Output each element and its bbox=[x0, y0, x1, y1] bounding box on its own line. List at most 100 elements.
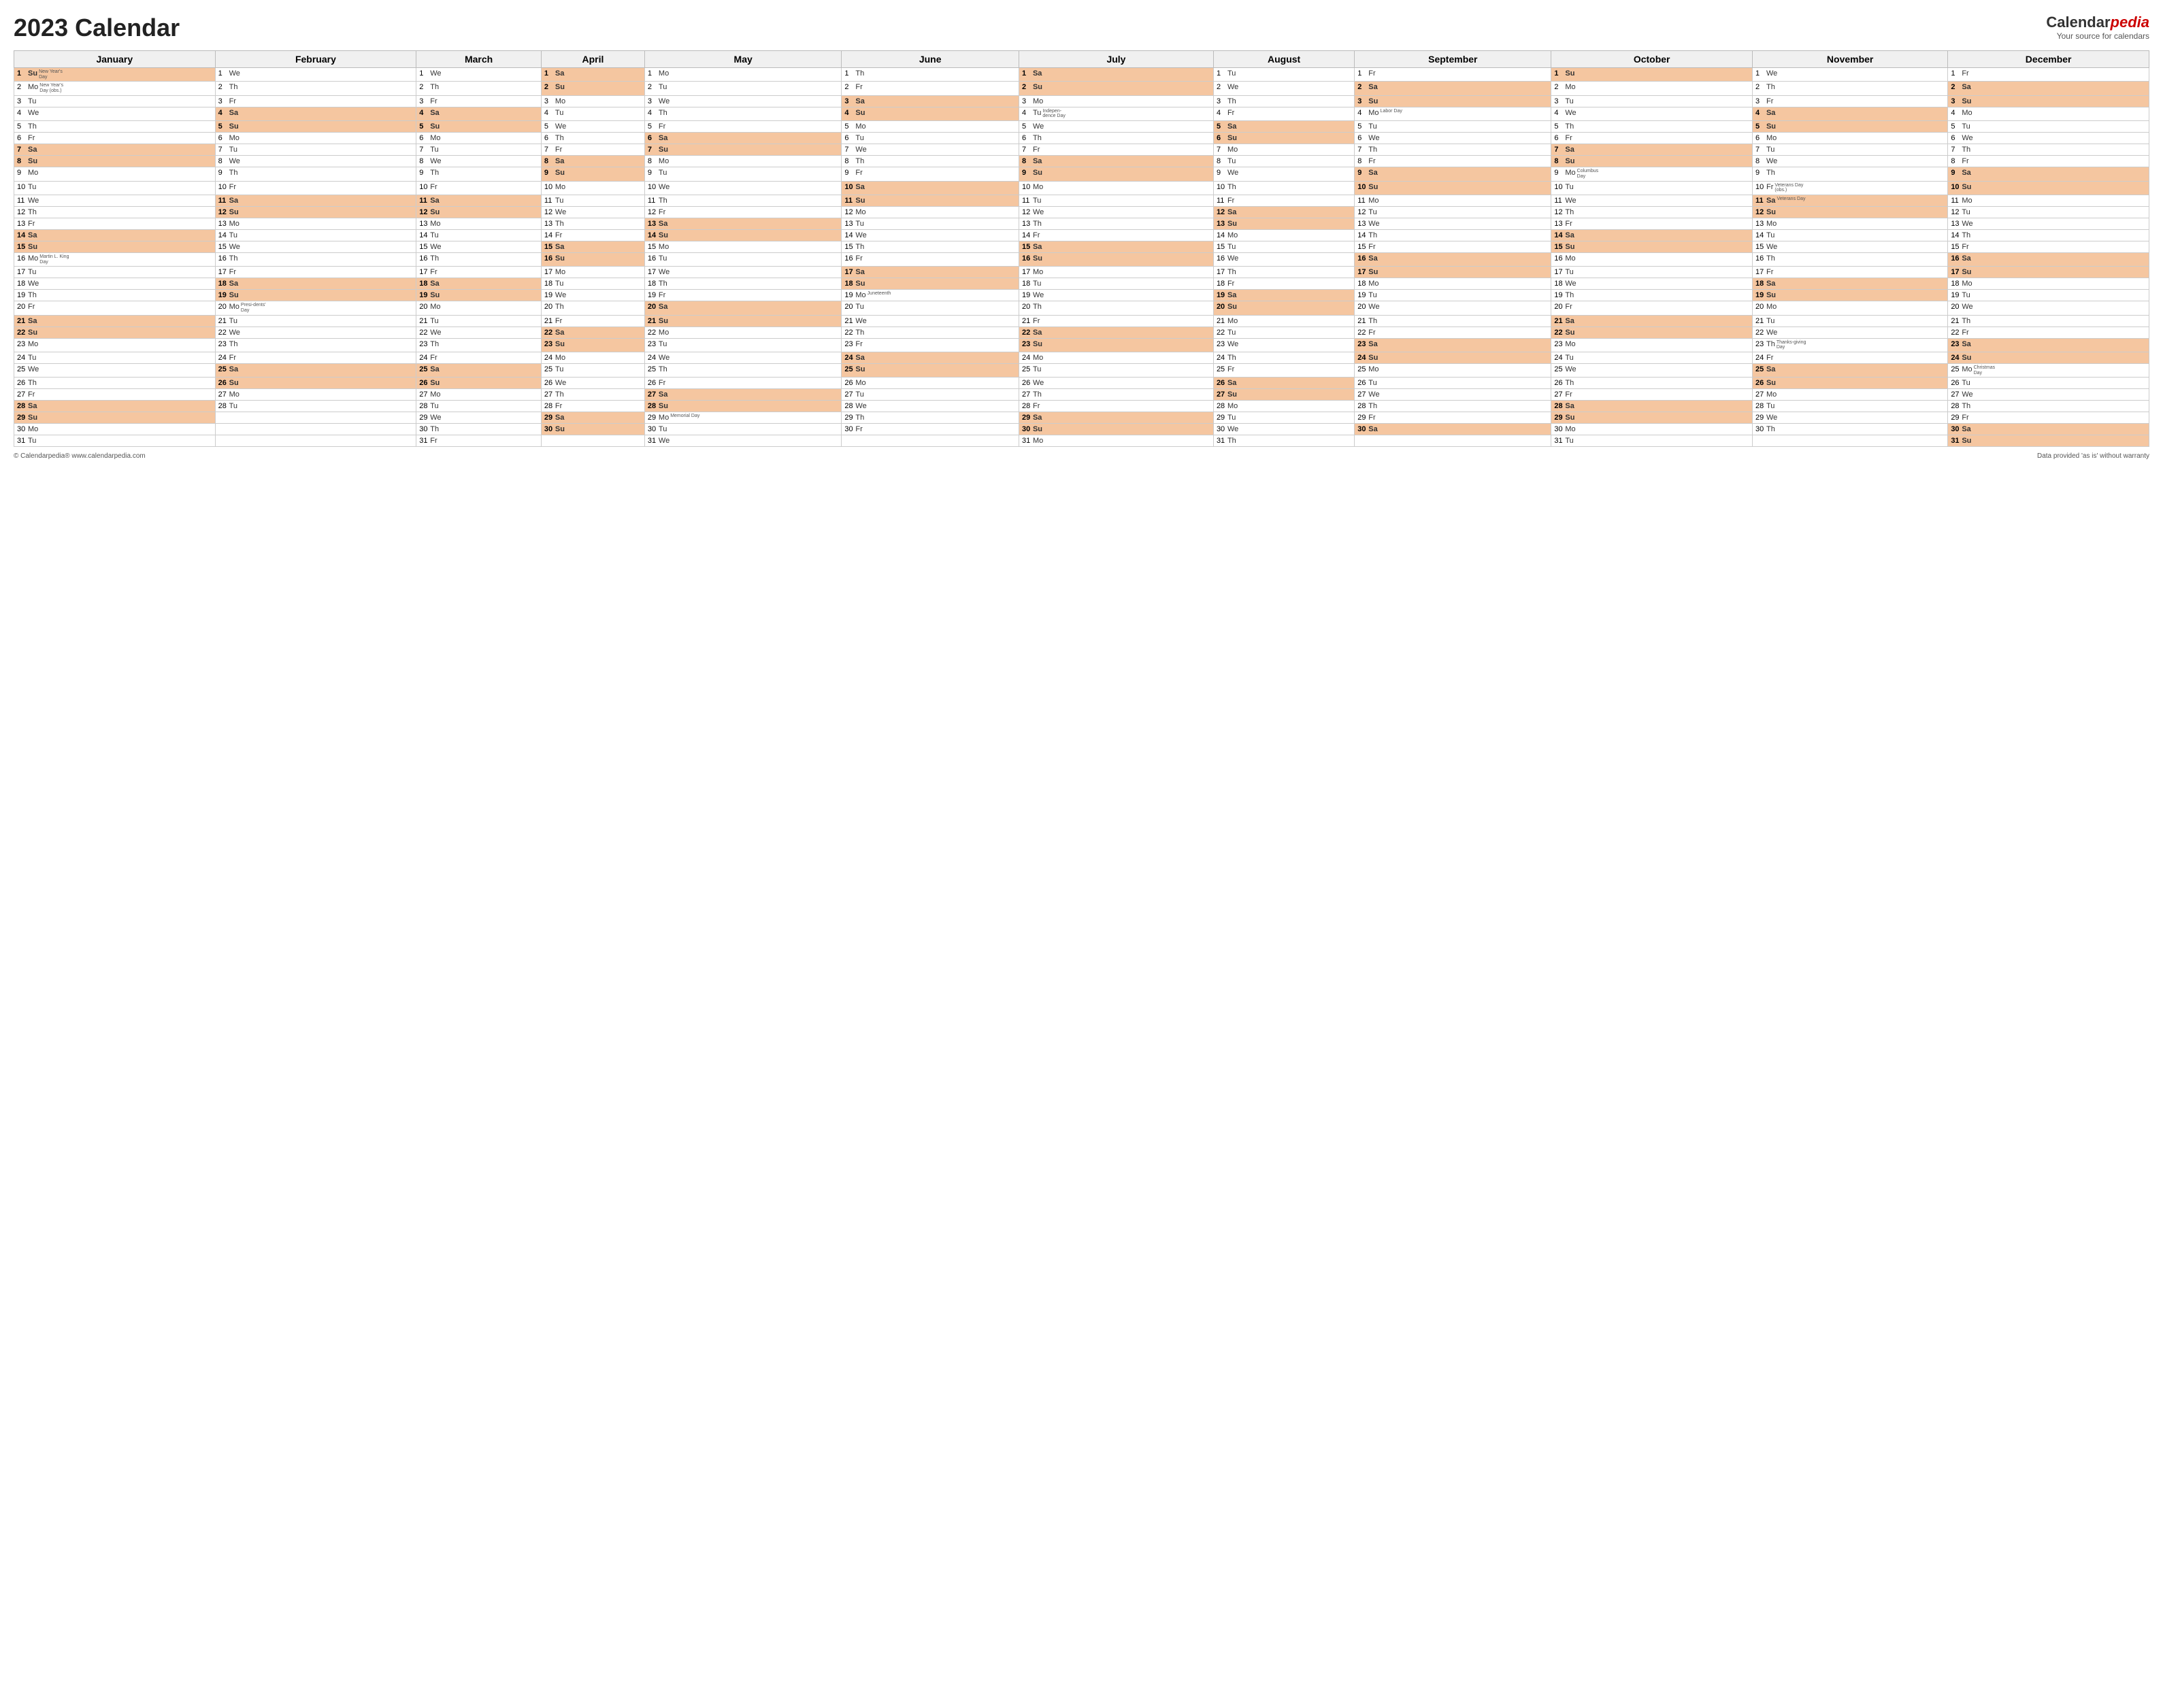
cell-content: 13We bbox=[1357, 220, 1548, 228]
day-number: 8 bbox=[544, 157, 554, 165]
calendar-cell: 21Su bbox=[644, 315, 841, 326]
day-abbreviation: Th bbox=[1033, 390, 1042, 399]
calendar-cell: 2Tu bbox=[644, 82, 841, 95]
calendar-cell: 30Sa bbox=[1355, 424, 1551, 435]
calendar-cell: 10FrVeterans Day (obs.) bbox=[1752, 181, 1947, 195]
day-number: 20 bbox=[1554, 303, 1564, 311]
calendar-cell: 14Su bbox=[644, 229, 841, 241]
cell-content: 11Sa bbox=[419, 197, 538, 205]
calendar-cell: 9Su bbox=[541, 167, 644, 181]
day-abbreviation: Th bbox=[1227, 183, 1236, 191]
cell-content: 20Sa bbox=[648, 303, 838, 311]
cell-content: 17Tu bbox=[17, 268, 212, 276]
day-abbreviation: Mo bbox=[659, 329, 669, 337]
cell-content: 27Th bbox=[1022, 390, 1210, 399]
cell-content: 6Tu bbox=[844, 134, 1016, 142]
cell-content: 22Mo bbox=[648, 329, 838, 337]
day-abbreviation: Sa bbox=[555, 157, 564, 165]
cell-content: 5Th bbox=[1554, 122, 1749, 131]
calendar-cell: 29MoMemorial Day bbox=[644, 412, 841, 424]
day-abbreviation: We bbox=[1565, 109, 1576, 117]
calendar-cell: 8Fr bbox=[1948, 156, 2149, 167]
day-number: 2 bbox=[1022, 83, 1031, 91]
calendar-cell: 19Th bbox=[1551, 290, 1753, 301]
cell-content: 13We bbox=[1951, 220, 2146, 228]
calendar-cell: 8Fr bbox=[1355, 156, 1551, 167]
day-abbreviation: Fr bbox=[855, 425, 862, 433]
month-may: May bbox=[644, 51, 841, 68]
calendar-cell: 16Mo bbox=[1551, 252, 1753, 266]
day-abbreviation: Mo bbox=[1368, 365, 1378, 373]
day-abbreviation: We bbox=[855, 317, 866, 325]
day-number: 25 bbox=[1755, 365, 1765, 373]
day-abbreviation: Tu bbox=[430, 231, 438, 239]
day-number: 8 bbox=[1217, 157, 1226, 165]
cell-content: 17Su bbox=[1951, 268, 2146, 276]
day-number: 16 bbox=[1755, 254, 1765, 263]
day-number: 20 bbox=[17, 303, 27, 311]
calendar-cell: 1We bbox=[416, 68, 542, 82]
day-abbreviation: Su bbox=[430, 208, 440, 216]
cell-content: 10Su bbox=[1357, 183, 1548, 191]
day-abbreviation: Tu bbox=[430, 146, 438, 154]
table-row: 19Th19Su19Su19We19Fr19MoJuneteenth19We19… bbox=[14, 290, 2149, 301]
calendar-cell: 11Tu bbox=[1019, 195, 1213, 206]
day-abbreviation: Mo bbox=[555, 97, 565, 105]
day-number: 1 bbox=[1217, 69, 1226, 78]
day-abbreviation: Fr bbox=[1962, 157, 1968, 165]
calendar-cell: 14Tu bbox=[215, 229, 416, 241]
cell-content: 25We bbox=[17, 365, 212, 373]
cell-content: 29Fr bbox=[1357, 414, 1548, 422]
calendar-cell: 6We bbox=[1948, 133, 2149, 144]
cell-content: 10Sa bbox=[844, 183, 1016, 191]
calendar-cell: 25Tu bbox=[541, 364, 644, 378]
calendar-cell: 21Mo bbox=[1213, 315, 1354, 326]
day-abbreviation: Su bbox=[1033, 169, 1042, 177]
day-abbreviation: We bbox=[659, 437, 670, 445]
day-number: 8 bbox=[419, 157, 429, 165]
day-abbreviation: Su bbox=[1962, 183, 1971, 191]
cell-content: 20We bbox=[1357, 303, 1548, 311]
cell-content: 2Th bbox=[218, 83, 414, 91]
calendar-cell: 8Th bbox=[842, 156, 1019, 167]
day-abbreviation: Th bbox=[1368, 231, 1377, 239]
day-number: 6 bbox=[1217, 134, 1226, 142]
calendar-cell: 10Su bbox=[1355, 181, 1551, 195]
calendar-cell: 6Mo bbox=[215, 133, 416, 144]
day-abbreviation: Su bbox=[1033, 254, 1042, 263]
day-number: 26 bbox=[419, 379, 429, 387]
day-number: 5 bbox=[17, 122, 27, 131]
day-abbreviation: Su bbox=[28, 69, 37, 78]
day-number: 7 bbox=[544, 146, 554, 154]
day-abbreviation: Sa bbox=[555, 69, 564, 78]
day-abbreviation: Tu bbox=[1766, 317, 1774, 325]
day-number: 27 bbox=[1951, 390, 1960, 399]
calendar-cell: 23Th bbox=[215, 338, 416, 352]
page-title: 2023 Calendar bbox=[14, 14, 180, 42]
day-abbreviation: We bbox=[1962, 220, 1972, 228]
day-number: 14 bbox=[1554, 231, 1564, 239]
cell-content: 8Su bbox=[17, 157, 212, 165]
day-number: 21 bbox=[544, 317, 554, 325]
cell-content: 21Su bbox=[648, 317, 838, 325]
day-abbreviation: Fr bbox=[430, 97, 437, 105]
calendar-cell: 17Mo bbox=[541, 267, 644, 278]
day-abbreviation: We bbox=[430, 414, 441, 422]
cell-content: 16Fr bbox=[844, 254, 1016, 263]
cell-content: 26We bbox=[1022, 379, 1210, 387]
cell-content: 23Th bbox=[218, 340, 414, 348]
day-abbreviation: Th bbox=[1962, 402, 1970, 410]
calendar-cell: 24Mo bbox=[1019, 352, 1213, 364]
cell-content: 9Sa bbox=[1951, 169, 2146, 177]
calendar-cell: 19Tu bbox=[1355, 290, 1551, 301]
day-abbreviation: Tu bbox=[229, 231, 237, 239]
day-abbreviation: Tu bbox=[229, 402, 237, 410]
cell-content: 18Mo bbox=[1951, 280, 2146, 288]
day-number: 1 bbox=[218, 69, 228, 78]
day-number: 28 bbox=[844, 402, 854, 410]
cell-content: 15We bbox=[419, 243, 538, 251]
day-abbreviation: Sa bbox=[1368, 425, 1377, 433]
calendar-cell: 14We bbox=[842, 229, 1019, 241]
day-abbreviation: Fr bbox=[430, 183, 437, 191]
calendar-cell: 9Mo bbox=[14, 167, 216, 181]
